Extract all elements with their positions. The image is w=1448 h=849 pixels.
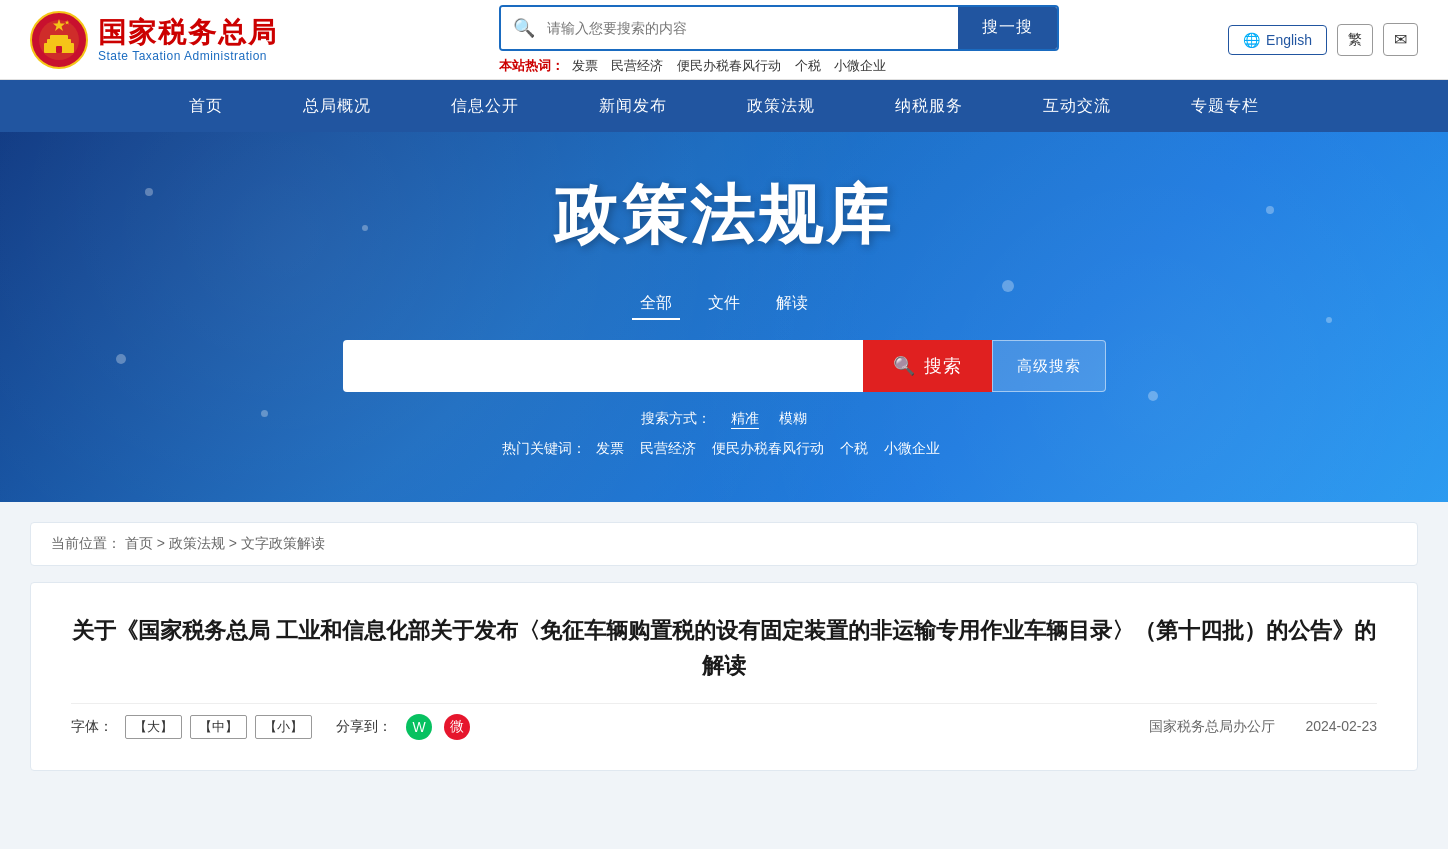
wechat-share-icon[interactable]: W xyxy=(406,714,432,740)
hero-advanced-search-button[interactable]: 高级搜索 xyxy=(992,340,1106,392)
globe-icon: 🌐 xyxy=(1243,32,1260,48)
hero-section: 政策法规库 全部 文件 解读 🔍 搜索 高级搜索 搜索方式： 精准 模糊 热门关… xyxy=(0,132,1448,502)
font-size-label: 字体： xyxy=(71,718,113,736)
hot-keyword-0[interactable]: 发票 xyxy=(572,58,598,73)
weibo-share-icon[interactable]: 微 xyxy=(444,714,470,740)
hero-tabs: 全部 文件 解读 xyxy=(0,289,1448,320)
content-wrapper: 当前位置： 首页 > 政策法规 > 文字政策解读 关于《国家税务总局 工业和信息… xyxy=(0,502,1448,791)
main-nav: 首页 总局概况 信息公开 新闻发布 政策法规 纳税服务 互动交流 专题专栏 xyxy=(0,80,1448,132)
search-icon: 🔍 xyxy=(893,355,916,377)
hot-keyword-3[interactable]: 个税 xyxy=(795,58,821,73)
article-date: 2024-02-23 xyxy=(1305,718,1377,736)
hero-hot-keyword-1[interactable]: 民营经济 xyxy=(640,440,696,456)
hero-tab-all[interactable]: 全部 xyxy=(632,289,680,320)
hot-keyword-4[interactable]: 小微企业 xyxy=(834,58,886,73)
hero-search-mode: 搜索方式： 精准 模糊 xyxy=(0,410,1448,428)
hero-search-button[interactable]: 🔍 搜索 xyxy=(863,340,992,392)
hero-hot-keyword-3[interactable]: 个税 xyxy=(840,440,868,456)
logo-area: 国家税务总局 State Taxation Administration xyxy=(30,11,330,69)
breadcrumb-sep-1: > xyxy=(157,535,169,551)
svg-rect-5 xyxy=(56,46,62,53)
font-large-button[interactable]: 【大】 xyxy=(125,715,182,739)
nav-item-special[interactable]: 专题专栏 xyxy=(1151,80,1299,132)
font-medium-button[interactable]: 【中】 xyxy=(190,715,247,739)
header-search-bar: 🔍 搜一搜 xyxy=(499,5,1059,51)
mail-button[interactable]: ✉ xyxy=(1383,23,1418,56)
hero-hot-keyword-2[interactable]: 便民办税春风行动 xyxy=(712,440,824,456)
header-search-area: 🔍 搜一搜 本站热词： 发票 民营经济 便民办税春风行动 个税 小微企业 xyxy=(330,5,1228,75)
nav-item-news[interactable]: 新闻发布 xyxy=(559,80,707,132)
hot-keyword-2[interactable]: 便民办税春风行动 xyxy=(677,58,781,73)
header-search-button[interactable]: 搜一搜 xyxy=(958,7,1057,49)
breadcrumb-home[interactable]: 首页 xyxy=(125,535,153,551)
hero-hot-keyword-0[interactable]: 发票 xyxy=(596,440,624,456)
nav-item-interact[interactable]: 互动交流 xyxy=(1003,80,1151,132)
nav-item-policy[interactable]: 政策法规 xyxy=(707,80,855,132)
hero-search-label: 搜索 xyxy=(924,354,962,378)
hero-search-row: 🔍 搜索 高级搜索 xyxy=(0,340,1448,392)
article-publisher: 国家税务总局办公厅 xyxy=(1149,718,1275,736)
article-meta: 字体： 【大】 【中】 【小】 分享到： W 微 国家税务总局办公厅 2024-… xyxy=(71,703,1377,750)
nav-item-info[interactable]: 信息公开 xyxy=(411,80,559,132)
header-search-icon: 🔍 xyxy=(501,7,547,49)
logo-text: 国家税务总局 State Taxation Administration xyxy=(98,16,278,64)
article-meta-right: 国家税务总局办公厅 2024-02-23 xyxy=(1149,718,1377,736)
header-search-input[interactable] xyxy=(547,7,958,49)
nav-item-home[interactable]: 首页 xyxy=(149,80,263,132)
hot-keywords-label: 本站热词： xyxy=(499,58,564,73)
breadcrumb-bar: 当前位置： 首页 > 政策法规 > 文字政策解读 xyxy=(30,522,1418,566)
hot-keyword-1[interactable]: 民营经济 xyxy=(611,58,663,73)
article-meta-left: 字体： 【大】 【中】 【小】 分享到： W 微 xyxy=(71,714,474,740)
hero-hot-keyword-4[interactable]: 小微企业 xyxy=(884,440,940,456)
share-label: 分享到： xyxy=(336,718,392,736)
hero-search-input[interactable] xyxy=(343,340,863,392)
hero-tab-read[interactable]: 解读 xyxy=(768,289,816,320)
breadcrumb-policy[interactable]: 政策法规 xyxy=(169,535,225,551)
breadcrumb-sep-2: > xyxy=(229,535,241,551)
article-title: 关于《国家税务总局 工业和信息化部关于发布〈免征车辆购置税的设有固定装置的非运输… xyxy=(71,613,1377,683)
language-label: English xyxy=(1266,32,1312,48)
logo-english: State Taxation Administration xyxy=(98,49,278,63)
hero-tab-file[interactable]: 文件 xyxy=(700,289,748,320)
breadcrumb-label: 当前位置： xyxy=(51,535,121,551)
traditional-chinese-button[interactable]: 繁 xyxy=(1337,24,1373,56)
article-card: 关于《国家税务总局 工业和信息化部关于发布〈免征车辆购置税的设有固定装置的非运输… xyxy=(30,582,1418,771)
search-mode-label: 搜索方式： xyxy=(641,410,711,426)
hero-title: 政策法规库 xyxy=(0,172,1448,259)
national-emblem-icon xyxy=(30,11,88,69)
search-mode-precise[interactable]: 精准 xyxy=(731,410,759,429)
nav-item-service[interactable]: 纳税服务 xyxy=(855,80,1003,132)
hero-hot-keywords: 热门关键词： 发票 民营经济 便民办税春风行动 个税 小微企业 xyxy=(0,440,1448,458)
hero-hot-label: 热门关键词： xyxy=(502,440,586,456)
nav-item-overview[interactable]: 总局概况 xyxy=(263,80,411,132)
site-header: 国家税务总局 State Taxation Administration 🔍 搜… xyxy=(0,0,1448,80)
breadcrumb-current: 文字政策解读 xyxy=(241,535,325,551)
logo-chinese: 国家税务总局 xyxy=(98,16,278,50)
header-right: 🌐 English 繁 ✉ xyxy=(1228,23,1418,56)
svg-rect-4 xyxy=(50,35,68,41)
font-small-button[interactable]: 【小】 xyxy=(255,715,312,739)
language-button[interactable]: 🌐 English xyxy=(1228,25,1327,55)
header-hot-keywords: 本站热词： 发票 民营经济 便民办税春风行动 个税 小微企业 xyxy=(499,57,1059,75)
search-mode-fuzzy[interactable]: 模糊 xyxy=(779,410,807,426)
